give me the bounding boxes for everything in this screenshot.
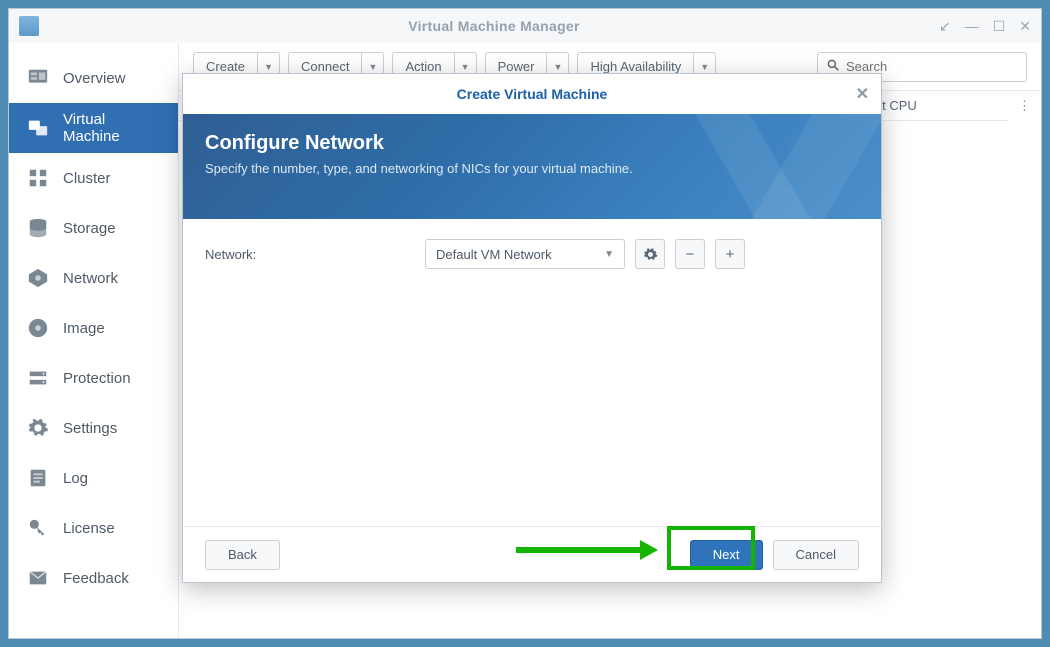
sidebar-item-label: Settings — [63, 420, 117, 437]
storage-icon — [27, 217, 49, 239]
column-options-icon[interactable]: ⋮ — [1008, 98, 1041, 114]
sidebar-item-settings[interactable]: Settings — [9, 403, 178, 453]
back-button[interactable]: Back — [205, 540, 280, 570]
network-select[interactable]: Default VM Network ▼ — [425, 239, 625, 269]
vm-icon — [27, 117, 49, 139]
dialog-footer: Back Next Cancel — [183, 526, 881, 582]
window-title: Virtual Machine Manager — [49, 18, 939, 34]
dialog-hero-title: Configure Network — [205, 132, 859, 155]
cluster-icon — [27, 167, 49, 189]
sidebar-item-cluster[interactable]: Cluster — [9, 153, 178, 203]
network-select-value: Default VM Network — [436, 247, 552, 262]
image-icon — [27, 317, 49, 339]
network-settings-button[interactable] — [635, 239, 665, 269]
network-add-button[interactable]: + — [715, 239, 745, 269]
sidebar-item-storage[interactable]: Storage — [9, 203, 178, 253]
sidebar-item-label: Storage — [63, 220, 116, 237]
sidebar-item-label: Cluster — [63, 170, 111, 187]
sidebar-item-label: Feedback — [63, 570, 129, 587]
pin-icon[interactable]: ↙ — [939, 18, 951, 35]
sidebar-item-log[interactable]: Log — [9, 453, 178, 503]
sidebar-item-network[interactable]: Network — [9, 253, 178, 303]
protection-icon — [27, 367, 49, 389]
titlebar: Virtual Machine Manager ↙ — ☐ ✕ — [9, 9, 1041, 43]
search-input[interactable] — [846, 59, 1022, 74]
minus-icon: − — [686, 246, 695, 263]
sidebar-item-label: Virtual Machine — [63, 111, 160, 145]
settings-icon — [27, 417, 49, 439]
close-icon[interactable]: ✕ — [1019, 18, 1031, 35]
sidebar: Overview Virtual Machine Cluster Storage… — [9, 43, 179, 638]
network-icon — [27, 267, 49, 289]
sidebar-item-virtual-machine[interactable]: Virtual Machine — [9, 103, 178, 153]
plus-icon: + — [726, 246, 735, 263]
sidebar-item-license[interactable]: License — [9, 503, 178, 553]
sidebar-item-image[interactable]: Image — [9, 303, 178, 353]
network-field-row: Network: Default VM Network ▼ − + — [205, 239, 859, 269]
sidebar-item-label: License — [63, 520, 115, 537]
dialog-hero-subtitle: Specify the number, type, and networking… — [205, 161, 859, 176]
cancel-button[interactable]: Cancel — [773, 540, 859, 570]
gear-icon — [643, 247, 658, 262]
sidebar-item-label: Log — [63, 470, 88, 487]
sidebar-item-label: Network — [63, 270, 118, 287]
create-vm-dialog: Create Virtual Machine ✕ Configure Netwo… — [182, 73, 882, 583]
app-icon — [19, 16, 39, 36]
dialog-close-icon[interactable]: ✕ — [856, 84, 869, 104]
next-button[interactable]: Next — [690, 540, 763, 570]
feedback-icon — [27, 567, 49, 589]
minimize-icon[interactable]: — — [965, 18, 979, 35]
sidebar-item-feedback[interactable]: Feedback — [9, 553, 178, 603]
dialog-title: Create Virtual Machine ✕ — [183, 74, 881, 114]
sidebar-item-label: Protection — [63, 370, 131, 387]
maximize-icon[interactable]: ☐ — [993, 18, 1006, 35]
network-field-label: Network: — [205, 247, 415, 262]
license-icon — [27, 517, 49, 539]
sidebar-item-label: Overview — [63, 70, 126, 87]
sidebar-item-protection[interactable]: Protection — [9, 353, 178, 403]
overview-icon — [27, 67, 49, 89]
sidebar-item-overview[interactable]: Overview — [9, 53, 178, 103]
dialog-body: Network: Default VM Network ▼ − + — [183, 219, 881, 526]
dialog-hero: Configure Network Specify the number, ty… — [183, 114, 881, 219]
log-icon — [27, 467, 49, 489]
chevron-down-icon: ▼ — [604, 249, 614, 260]
sidebar-item-label: Image — [63, 320, 105, 337]
network-remove-button[interactable]: − — [675, 239, 705, 269]
